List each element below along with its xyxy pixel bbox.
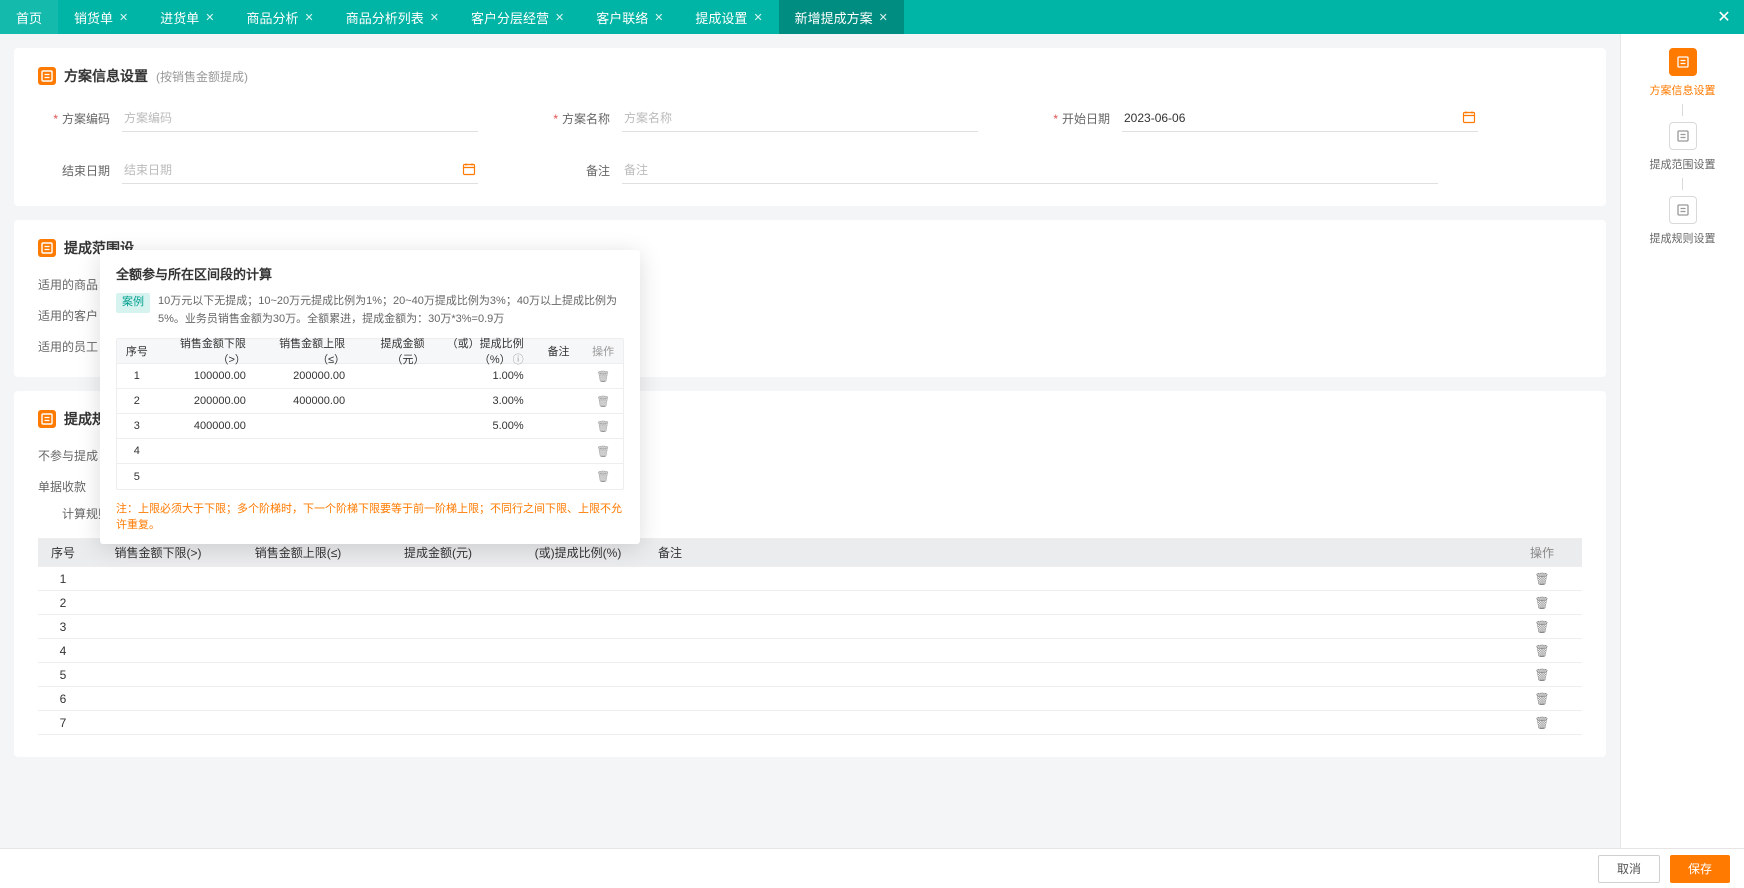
close-icon[interactable]: ✕ (430, 11, 439, 24)
close-icon[interactable]: ✕ (879, 11, 888, 24)
anchor-rule[interactable]: 提成规则设置 (1621, 196, 1744, 246)
delete-icon[interactable]: 🗑 (1534, 644, 1549, 658)
close-icon[interactable]: ✕ (305, 11, 314, 24)
table-row[interactable]: 4🗑 (38, 639, 1582, 663)
anchor-scope[interactable]: 提成范围设置 (1621, 122, 1744, 172)
anchor-nav: 方案信息设置 提成范围设置 提成规则设置 (1620, 34, 1744, 848)
calendar-icon[interactable] (1462, 110, 1476, 127)
col-pct: (或)提成比例(%) (508, 544, 648, 561)
table-row[interactable]: 1🗑 (38, 567, 1582, 591)
panel-badge-icon (38, 239, 56, 257)
footer: 取消 保存 (0, 848, 1744, 888)
tab-home[interactable]: 首页 (0, 0, 58, 34)
name-input[interactable] (622, 104, 978, 132)
table-row[interactable]: 2🗑 (38, 591, 1582, 615)
tab-product-analysis-list[interactable]: 商品分析列表✕ (330, 0, 455, 34)
end-label: 结束日期 (38, 162, 110, 179)
close-icon[interactable]: ✕ (205, 11, 214, 24)
col-seq: 序号 (38, 544, 88, 561)
panel-badge-icon (38, 410, 56, 428)
popover-title: 全额参与所在区间段的计算 (116, 264, 624, 283)
table-row[interactable]: 3🗑 (38, 615, 1582, 639)
close-icon[interactable]: ✕ (119, 11, 128, 24)
table-row[interactable]: 6🗑 (38, 687, 1582, 711)
tab-customer-tier[interactable]: 客户分层经营✕ (455, 0, 580, 34)
info-icon[interactable]: ⓘ (513, 354, 524, 366)
delete-icon[interactable]: 🗑 (1534, 668, 1549, 682)
example-table: 序号 销售金额下限（>） 销售金额上限（≤） 提成金额（元） （或）提成比例（%… (116, 338, 624, 490)
save-button[interactable]: 保存 (1670, 855, 1730, 883)
code-input[interactable] (122, 104, 478, 132)
calendar-icon[interactable] (462, 162, 476, 179)
tab-product-analysis[interactable]: 商品分析✕ (230, 0, 329, 34)
end-date-input[interactable] (122, 156, 478, 184)
remark-label: 备注 (538, 162, 610, 179)
table-row: 2200000.00400000.003.00%🗑 (117, 389, 623, 414)
panel-badge-icon (38, 67, 56, 85)
col-remark: 备注 (648, 544, 1502, 561)
table-row[interactable]: 5🗑 (38, 663, 1582, 687)
delete-icon[interactable]: 🗑 (596, 371, 610, 383)
tab-bar: 首页 销货单✕ 进货单✕ 商品分析✕ 商品分析列表✕ 客户分层经营✕ 客户联络✕… (0, 0, 1744, 34)
close-icon[interactable]: ✕ (555, 11, 564, 24)
example-popover: 全额参与所在区间段的计算 案例 10万元以下无提成；10~20万元提成比例为1%… (100, 250, 640, 544)
close-all-icon[interactable]: ✕ (1704, 0, 1744, 34)
table-row: 3400000.005.00%🗑 (117, 414, 623, 439)
table-row: 5🗑 (117, 464, 623, 489)
delete-icon[interactable]: 🗑 (1534, 692, 1549, 706)
remark-input[interactable] (622, 156, 1438, 184)
anchor-info[interactable]: 方案信息设置 (1621, 48, 1744, 98)
close-icon[interactable]: ✕ (753, 11, 762, 24)
table-row: 4🗑 (117, 439, 623, 464)
start-date-input[interactable] (1122, 104, 1478, 132)
panel-title: 方案信息设置 (64, 66, 148, 86)
case-text: 10万元以下无提成；10~20万元提成比例为1%；20~40万提成比例为3%；4… (158, 293, 624, 328)
cancel-button[interactable]: 取消 (1598, 855, 1660, 883)
panel-info: 方案信息设置 (按销售金额提成) 方案编码 方案名称 开始日期 (14, 48, 1606, 206)
tab-purchase[interactable]: 进货单✕ (144, 0, 230, 34)
col-op: 操作 (1502, 544, 1582, 561)
tab-commission-setting[interactable]: 提成设置✕ (679, 0, 778, 34)
code-label: 方案编码 (38, 110, 110, 127)
start-label: 开始日期 (1038, 110, 1110, 127)
table-row: 1100000.00200000.001.00%🗑 (117, 364, 623, 389)
col-amt: 提成金额(元) (368, 544, 508, 561)
delete-icon[interactable]: 🗑 (596, 421, 610, 433)
delete-icon[interactable]: 🗑 (1534, 572, 1549, 586)
commission-table: 序号 销售金额下限(>) 销售金额上限(≤) 提成金额(元) (或)提成比例(%… (38, 538, 1582, 735)
case-tag: 案例 (116, 293, 150, 313)
tab-sales[interactable]: 销货单✕ (58, 0, 144, 34)
popover-note: 注：上限必须大于下限；多个阶梯时，下一个阶梯下限要等于前一阶梯上限；不同行之间下… (116, 500, 624, 532)
col-low: 销售金额下限(>) (88, 544, 228, 561)
close-icon[interactable]: ✕ (654, 11, 663, 24)
delete-icon[interactable]: 🗑 (1534, 716, 1549, 730)
col-up: 销售金额上限(≤) (228, 544, 368, 561)
name-label: 方案名称 (538, 110, 610, 127)
delete-icon[interactable]: 🗑 (1534, 596, 1549, 610)
delete-icon[interactable]: 🗑 (596, 396, 610, 408)
delete-icon[interactable]: 🗑 (1534, 620, 1549, 634)
panel-subtitle: (按销售金额提成) (156, 68, 248, 85)
tab-customer-contact[interactable]: 客户联络✕ (580, 0, 679, 34)
delete-icon[interactable]: 🗑 (596, 446, 610, 458)
tab-new-commission-plan[interactable]: 新增提成方案✕ (779, 0, 904, 34)
delete-icon[interactable]: 🗑 (596, 471, 610, 483)
table-row[interactable]: 7🗑 (38, 711, 1582, 735)
